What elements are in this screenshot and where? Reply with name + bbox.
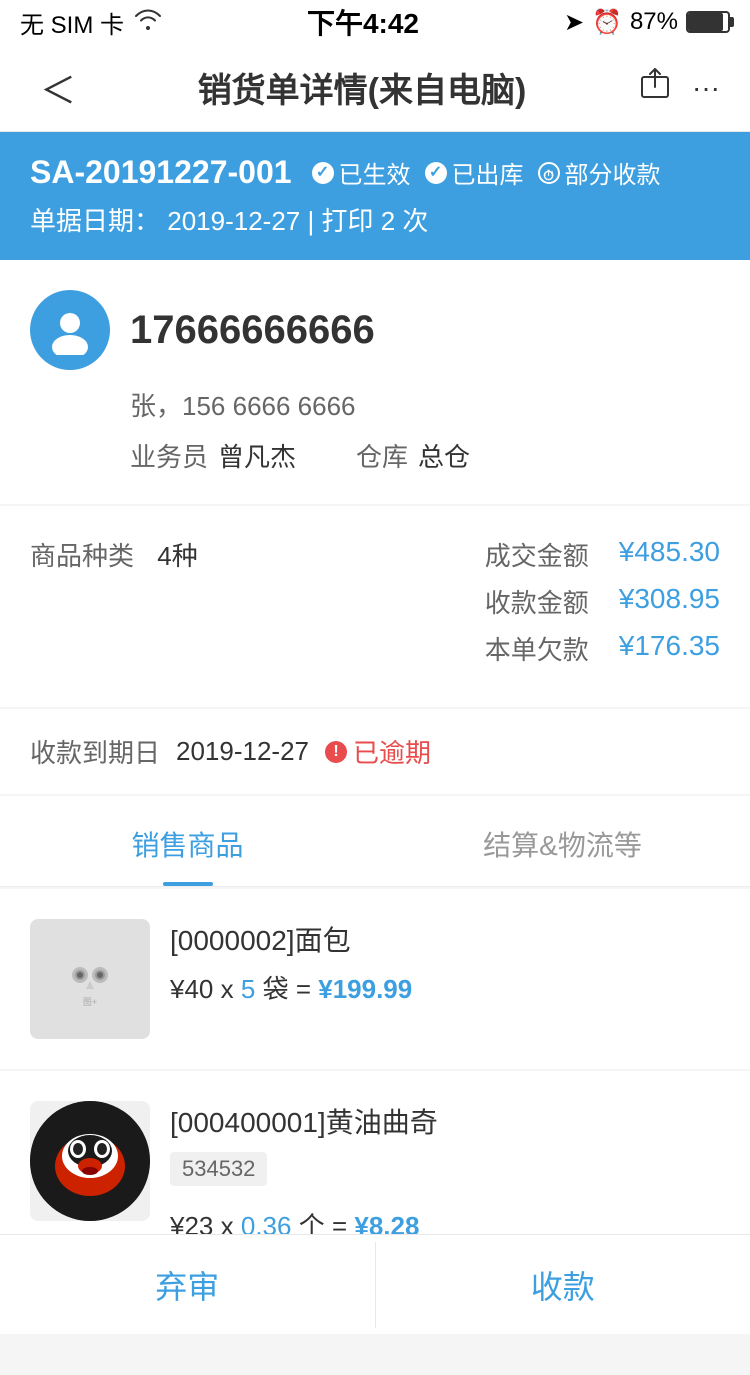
- product-qty-1: 5: [241, 974, 255, 1004]
- wifi-icon: [134, 8, 162, 36]
- product-list: 图+ [0000002]面包 ¥40 x 5 袋 = ¥199.99: [0, 889, 750, 1273]
- status-tags: ✓ 已生效 ✓ 已出库 ⏱ 部分收款: [312, 155, 661, 190]
- product-info-2: [000400001]黄油曲奇 534532 ¥23 x 0.36 个 = ¥8…: [170, 1101, 720, 1243]
- product-item: 图+ [0000002]面包 ¥40 x 5 袋 = ¥199.99: [0, 889, 750, 1069]
- tab-products[interactable]: 销售商品: [0, 796, 375, 886]
- nav-actions: ···: [638, 67, 720, 108]
- check-icon-shipped: ✓: [425, 162, 447, 184]
- product-thumb-placeholder-1: 图+: [30, 919, 150, 1039]
- overdue-badge: ! 已逾期: [325, 733, 431, 770]
- product-thumb-2: [30, 1101, 150, 1221]
- bottom-bar: 弃审 收款: [0, 1234, 750, 1334]
- carrier-label: 无 SIM 卡: [20, 5, 124, 40]
- product-name-1: [0000002]面包: [170, 919, 720, 959]
- customer-contact: 张，156 6666 6666: [30, 386, 720, 423]
- header-date: 单据日期： 2019-12-27 | 打印 2 次: [30, 201, 720, 238]
- tabs-section: 销售商品 结算&物流等: [0, 796, 750, 887]
- status-bar: 无 SIM 卡 下午4:42 ➤ ⏰ 87%: [0, 0, 750, 44]
- product-thumb-1: 图+: [30, 919, 150, 1039]
- deal-amount-row: 成交金额 ¥485.30: [485, 536, 720, 573]
- location-icon: ➤: [564, 8, 584, 37]
- product-sku-2: 534532: [170, 1152, 267, 1186]
- status-shipped: ✓ 已出库: [425, 155, 524, 190]
- sales-name: 曾凡杰: [218, 437, 296, 474]
- product-price-1: ¥40 x 5 袋 = ¥199.99: [170, 969, 720, 1006]
- overdue-icon: !: [325, 741, 347, 763]
- product-name-2: [000400001]黄油曲奇: [170, 1101, 720, 1141]
- battery-percent: 87%: [630, 8, 678, 36]
- warehouse-info: 仓库 总仓: [356, 437, 470, 474]
- customer-avatar: [30, 290, 110, 370]
- tabs-row: 销售商品 结算&物流等: [0, 796, 750, 887]
- more-button[interactable]: ···: [692, 72, 720, 104]
- svg-text:图+: 图+: [83, 997, 97, 1007]
- clock-icon: ⏱: [538, 162, 560, 184]
- due-date-label: 收款到期日: [30, 733, 160, 770]
- warehouse-name: 总仓: [418, 437, 470, 474]
- status-left: 无 SIM 卡: [20, 5, 162, 40]
- page-title: 销货单详情(来自电脑): [86, 63, 638, 112]
- product-type-count: 商品种类 4种: [30, 536, 198, 573]
- financial-stats: 成交金额 ¥485.30 收款金额 ¥308.95 本单欠款 ¥176.35: [485, 536, 720, 677]
- debt-amount: ¥176.35: [619, 630, 720, 667]
- receipt-amount-row: 收款金额 ¥308.95: [485, 583, 720, 620]
- share-button[interactable]: [638, 67, 672, 108]
- status-right: ➤ ⏰ 87%: [564, 8, 730, 37]
- due-date-section: 收款到期日 2019-12-27 ! 已逾期: [0, 709, 750, 794]
- order-id: SA-20191227-001: [30, 154, 292, 191]
- battery-icon: [686, 11, 730, 33]
- receipt-amount: ¥308.95: [619, 583, 720, 620]
- customer-meta: 业务员 曾凡杰 仓库 总仓: [30, 437, 720, 474]
- product-total-1: ¥199.99: [318, 974, 412, 1004]
- status-partial: ⏱ 部分收款: [538, 155, 661, 190]
- header-banner: SA-20191227-001 ✓ 已生效 ✓ 已出库 ⏱ 部分收款 单据日期：…: [0, 132, 750, 260]
- cancel-review-button[interactable]: 弃审: [0, 1242, 376, 1328]
- nav-bar: ＜ 销货单详情(来自电脑) ···: [0, 44, 750, 132]
- time-label: 下午4:42: [307, 2, 419, 42]
- stats-section: 商品种类 4种 成交金额 ¥485.30 收款金额 ¥308.95 本单欠款 ¥…: [0, 506, 750, 707]
- sales-info: 业务员 曾凡杰: [130, 437, 296, 474]
- customer-section: 17666666666 张，156 6666 6666 业务员 曾凡杰 仓库 总…: [0, 260, 750, 504]
- sales-label: 业务员: [130, 437, 208, 474]
- debt-amount-row: 本单欠款 ¥176.35: [485, 630, 720, 667]
- deal-amount: ¥485.30: [619, 536, 720, 573]
- back-button[interactable]: ＜: [30, 52, 86, 124]
- status-active: ✓ 已生效: [312, 155, 411, 190]
- warehouse-label: 仓库: [356, 437, 408, 474]
- overdue-label: 已逾期: [353, 733, 431, 770]
- customer-id: 17666666666: [130, 308, 375, 353]
- tab-settlement[interactable]: 结算&物流等: [375, 796, 750, 886]
- due-date-value: 2019-12-27: [176, 736, 309, 767]
- payment-button[interactable]: 收款: [376, 1242, 750, 1328]
- product-info-1: [0000002]面包 ¥40 x 5 袋 = ¥199.99: [170, 919, 720, 1006]
- alarm-icon: ⏰: [592, 8, 622, 37]
- check-icon-active: ✓: [312, 162, 334, 184]
